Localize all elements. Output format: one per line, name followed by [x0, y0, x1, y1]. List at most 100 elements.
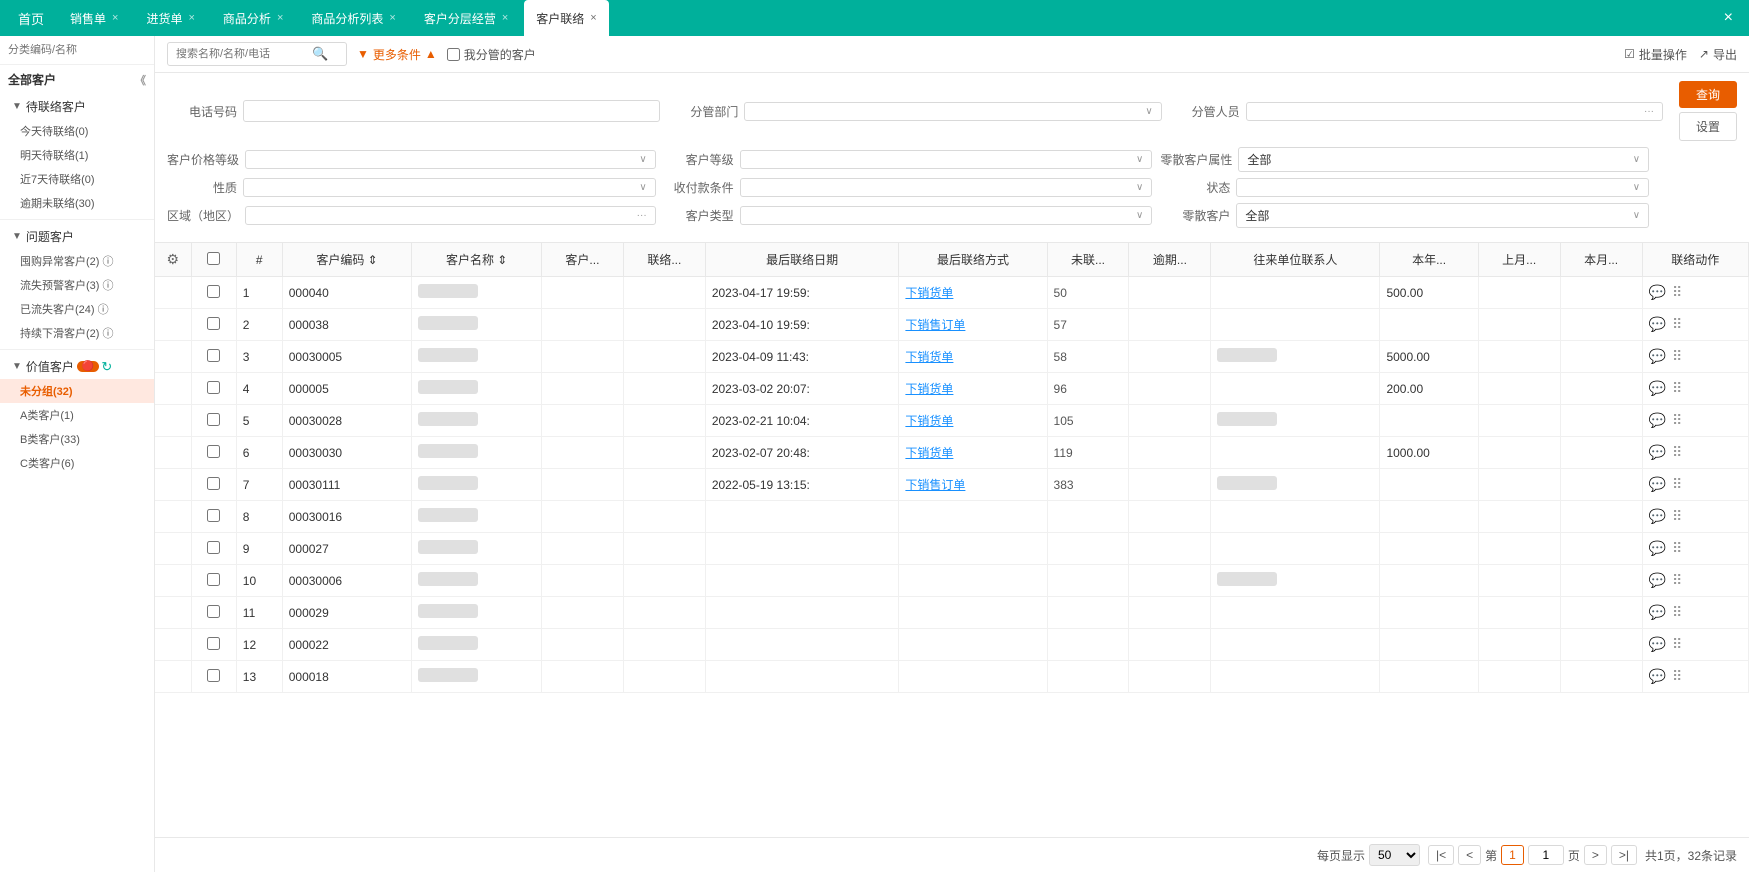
- row-checkbox[interactable]: [207, 445, 220, 458]
- close-icon[interactable]: ×: [112, 12, 118, 24]
- close-icon[interactable]: ×: [502, 12, 508, 24]
- sidebar-search-input[interactable]: [8, 44, 150, 56]
- row-checkbox[interactable]: [207, 573, 220, 586]
- price-select[interactable]: ∨: [245, 150, 656, 169]
- nature-select[interactable]: ∨: [243, 178, 656, 197]
- phone-action-icon[interactable]: 💬: [1649, 348, 1666, 365]
- sidebar-item-today[interactable]: 今天待联络(0): [0, 119, 154, 143]
- row-checkbox[interactable]: [207, 541, 220, 554]
- last-type-link[interactable]: 下销货单: [905, 286, 953, 300]
- sidebar-item-tomorrow[interactable]: 明天待联络(1): [0, 143, 154, 167]
- row-checkbox[interactable]: [207, 349, 220, 362]
- phone-action-icon[interactable]: 💬: [1649, 508, 1666, 525]
- more-filters-button[interactable]: ▼ 更多条件 ▲: [357, 46, 437, 63]
- sidebar-item-class-b[interactable]: B类客户(33): [0, 427, 154, 451]
- nav-home[interactable]: 首页: [8, 9, 54, 28]
- more-action-icon[interactable]: ⠿: [1672, 316, 1682, 333]
- nav-tab-product-analysis[interactable]: 商品分析 ×: [211, 0, 295, 36]
- region-select[interactable]: ···: [245, 206, 656, 225]
- page-first-button[interactable]: |<: [1428, 845, 1454, 865]
- phone-action-icon[interactable]: 💬: [1649, 412, 1666, 429]
- close-icon[interactable]: ×: [590, 12, 596, 24]
- phone-action-icon[interactable]: 💬: [1649, 380, 1666, 397]
- sidebar-item-7days[interactable]: 近7天待联络(0): [0, 167, 154, 191]
- th-contact[interactable]: 联络...: [623, 243, 705, 277]
- row-checkbox[interactable]: [207, 381, 220, 394]
- row-checkbox[interactable]: [207, 605, 220, 618]
- close-icon[interactable]: ×: [188, 12, 194, 24]
- row-checkbox[interactable]: [207, 669, 220, 682]
- phone-action-icon[interactable]: 💬: [1649, 476, 1666, 493]
- more-action-icon[interactable]: ⠿: [1672, 636, 1682, 653]
- page-prev-button[interactable]: <: [1458, 845, 1481, 865]
- sidebar-item-ungraded[interactable]: 未分组(32): [0, 379, 154, 403]
- row-checkbox[interactable]: [207, 317, 220, 330]
- reset-button[interactable]: 设置: [1679, 112, 1737, 141]
- last-type-link[interactable]: 下销货单: [905, 382, 953, 396]
- phone-input[interactable]: [243, 100, 660, 122]
- nav-tab-product-list[interactable]: 商品分析列表 ×: [299, 0, 407, 36]
- th-contact-person[interactable]: 往来单位联系人: [1211, 243, 1380, 277]
- cust-type-select[interactable]: ∨: [740, 206, 1153, 225]
- row-checkbox[interactable]: [207, 413, 220, 426]
- more-action-icon[interactable]: ⠿: [1672, 444, 1682, 461]
- th-last-date[interactable]: 最后联络日期: [705, 243, 899, 277]
- sidebar-item-overdue[interactable]: 逾期未联络(30): [0, 191, 154, 215]
- phone-action-icon[interactable]: 💬: [1649, 444, 1666, 461]
- phone-action-icon[interactable]: 💬: [1649, 316, 1666, 333]
- manager-select[interactable]: ···: [1246, 102, 1663, 121]
- retail-select[interactable]: 全部∨: [1236, 203, 1649, 228]
- phone-action-icon[interactable]: 💬: [1649, 668, 1666, 685]
- last-type-link[interactable]: 下销货单: [905, 350, 953, 364]
- last-type-link[interactable]: 下销货单: [905, 446, 953, 460]
- more-action-icon[interactable]: ⠿: [1672, 412, 1682, 429]
- sidebar-group-problem[interactable]: ▼ 问题客户: [0, 224, 154, 249]
- window-close-button[interactable]: ×: [1716, 9, 1741, 27]
- phone-action-icon[interactable]: 💬: [1649, 636, 1666, 653]
- phone-action-icon[interactable]: 💬: [1649, 572, 1666, 589]
- sidebar-all-customers[interactable]: 全部客户 《: [0, 65, 154, 94]
- more-action-icon[interactable]: ⠿: [1672, 380, 1682, 397]
- sidebar-item-abnormal[interactable]: 囤购异常客户(2) ⓘ: [0, 249, 154, 273]
- more-action-icon[interactable]: ⠿: [1672, 508, 1682, 525]
- my-customers-check[interactable]: [447, 48, 460, 61]
- sidebar-item-churn-warning[interactable]: 流失预警客户(3) ⓘ: [0, 273, 154, 297]
- page-jump-input[interactable]: [1528, 845, 1564, 865]
- last-type-link[interactable]: 下销售订单: [905, 478, 965, 492]
- cust-level-select[interactable]: ∨: [740, 150, 1153, 169]
- search-input[interactable]: [176, 48, 306, 60]
- sidebar-item-churned[interactable]: 已流失客户(24) ⓘ: [0, 297, 154, 321]
- search-icon[interactable]: 🔍: [312, 46, 328, 62]
- more-action-icon[interactable]: ⠿: [1672, 668, 1682, 685]
- page-last-button[interactable]: >|: [1611, 845, 1637, 865]
- nav-tab-purchase[interactable]: 进货单 ×: [134, 0, 206, 36]
- th-not-contact[interactable]: 未联...: [1047, 243, 1129, 277]
- row-checkbox[interactable]: [207, 637, 220, 650]
- th-type[interactable]: 客户...: [541, 243, 623, 277]
- refresh-icon[interactable]: ↻: [101, 359, 112, 375]
- more-action-icon[interactable]: ⠿: [1672, 348, 1682, 365]
- more-action-icon[interactable]: ⠿: [1672, 476, 1682, 493]
- status-select[interactable]: ∨: [1236, 178, 1649, 197]
- nav-tab-sales[interactable]: 销售单 ×: [58, 0, 130, 36]
- th-this-month[interactable]: 本月...: [1560, 243, 1642, 277]
- row-checkbox[interactable]: [207, 285, 220, 298]
- sidebar-group-pending[interactable]: ▼ 待联络客户: [0, 94, 154, 119]
- more-action-icon[interactable]: ⠿: [1672, 540, 1682, 557]
- more-action-icon[interactable]: ⠿: [1672, 572, 1682, 589]
- th-code[interactable]: 客户编码 ⇕: [282, 243, 412, 277]
- row-checkbox[interactable]: [207, 509, 220, 522]
- gear-icon[interactable]: ⚙: [166, 251, 179, 267]
- nav-tab-customer-tier[interactable]: 客户分层经营 ×: [412, 0, 520, 36]
- th-last-type[interactable]: 最后联络方式: [899, 243, 1047, 277]
- phone-action-icon[interactable]: 💬: [1649, 604, 1666, 621]
- sidebar-item-class-c[interactable]: C类客户(6): [0, 451, 154, 475]
- th-name[interactable]: 客户名称 ⇕: [412, 243, 542, 277]
- close-icon[interactable]: ×: [389, 12, 395, 24]
- last-type-link[interactable]: 下销售订单: [905, 318, 965, 332]
- last-type-link[interactable]: 下销货单: [905, 414, 953, 428]
- sidebar-item-declining[interactable]: 持续下滑客户(2) ⓘ: [0, 321, 154, 345]
- close-icon[interactable]: ×: [277, 12, 283, 24]
- nav-tab-customer-contact[interactable]: 客户联络 ×: [524, 0, 608, 36]
- payment-select[interactable]: ∨: [740, 178, 1153, 197]
